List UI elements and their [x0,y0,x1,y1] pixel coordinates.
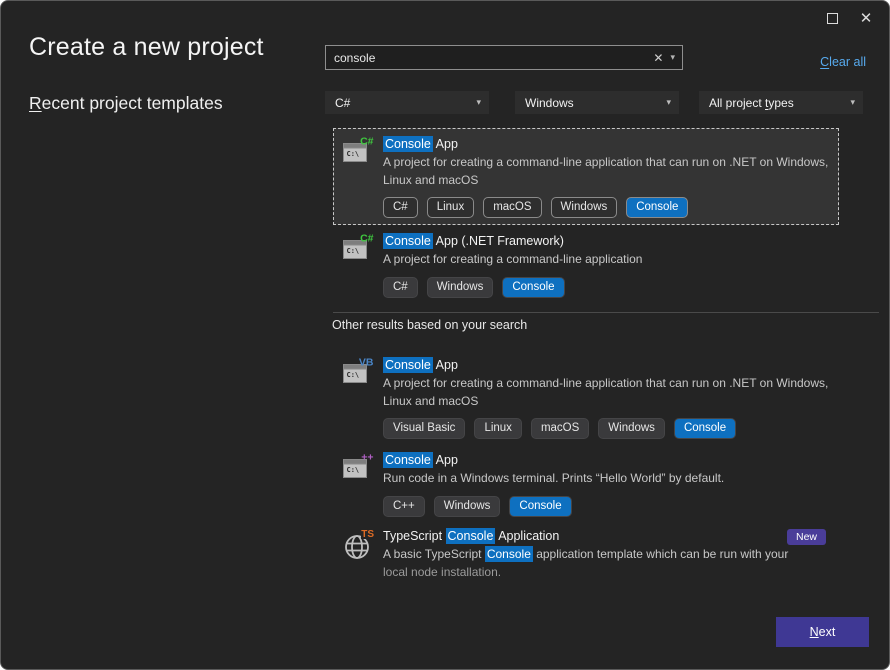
template-description: A project for creating a command-line ap… [383,154,830,189]
tag-pill: macOS [483,197,541,218]
page-title: Create a new project [29,33,264,62]
search-term-highlight: Console [383,452,433,468]
search-term-highlight: Console [485,546,533,562]
template-description: A project for creating a command-line ap… [383,375,830,410]
project-type-filter[interactable]: All project types▾ [699,91,863,114]
recent-templates-heading: Recent project templates [29,93,223,114]
clear-search-icon[interactable]: ✕ [648,51,668,65]
tag-pill: C# [383,197,418,218]
titlebar-controls: ✕ [815,5,883,31]
platform-filter-label: Windows [525,96,666,110]
new-badge: New [787,529,826,545]
search-input[interactable] [326,46,648,69]
search-term-highlight: Console [383,357,433,373]
tag-pill: Console [502,277,564,298]
template-description: A project for creating a command-line ap… [383,251,830,269]
chevron-down-icon: ▾ [476,97,481,108]
tag-pill: Visual Basic [383,418,465,439]
tag-row: C# Windows Console [383,277,830,298]
chevron-down-icon: ▾ [850,97,855,108]
template-title: Console App (.NET Framework) [383,233,830,249]
svg-text:C:\: C:\ [347,150,360,158]
tag-pill: C++ [383,496,425,517]
template-title: Console App [383,357,830,373]
close-button[interactable]: ✕ [849,5,883,31]
search-history-caret-icon[interactable]: ▾ [668,52,682,63]
tag-row: Visual Basic Linux macOS Windows Console [383,418,830,439]
tag-row: C++ Windows Console [383,496,830,517]
tag-pill: Console [674,418,736,439]
tag-pill: Console [509,496,571,517]
svg-text:VB: VB [359,357,374,369]
svg-text:C:\: C:\ [347,371,360,379]
tag-pill: C# [383,277,418,298]
template-title: Console App [383,452,830,468]
console-window-icon: C:\C# [342,232,374,298]
template-console-app-vb[interactable]: C:\ VB Console App A project for creating a… [333,349,839,446]
tag-pill: Windows [427,277,494,298]
template-typescript-console-application[interactable]: TS TypeScript Console Application A basic … [333,520,839,588]
platform-filter[interactable]: Windows▾ [515,91,679,114]
svg-text:C:\: C:\ [347,466,360,474]
tag-pill: Windows [551,197,618,218]
template-description: Run code in a Windows terminal. Prints “… [383,470,830,488]
clear-all-link[interactable]: Clear all [780,55,866,69]
template-title: TypeScript Console Application [383,528,830,544]
tag-pill: Windows [434,496,501,517]
tag-pill: Console [626,197,688,218]
search-term-highlight: Console [383,233,433,249]
console-window-icon: C:\ VB [342,356,374,439]
maximize-icon [827,13,838,24]
search-box: ✕ ▾ [325,45,683,70]
svg-text:TS: TS [361,529,374,540]
project-type-filter-label: All project types [709,96,850,110]
close-icon: ✕ [860,11,873,26]
tag-pill: Linux [474,418,522,439]
results-separator [333,312,879,313]
console-window-icon: C:\C# [342,135,374,218]
chevron-down-icon: ▾ [666,97,671,108]
language-filter[interactable]: C#▾ [325,91,489,114]
language-filter-label: C# [335,96,476,110]
tag-pill: macOS [531,418,589,439]
svg-text:C#: C# [360,136,374,148]
tag-row: C# Linux macOS Windows Console [383,197,830,218]
tag-pill: Windows [598,418,665,439]
search-term-highlight: Console [383,136,433,152]
template-console-app-csharp[interactable]: C:\C#Console AppA project for creating a… [333,128,839,225]
template-title: Console App [383,136,830,152]
next-button[interactable]: Next [776,617,869,647]
svg-text:++: ++ [361,452,373,464]
create-new-project-dialog: ✕ Create a new project Recent project te… [0,0,890,670]
tag-pill: Linux [427,197,475,218]
template-console-app-cpp[interactable]: C:\++ Console App Run code in a Windows te… [333,444,839,524]
template-console-app-net-framework[interactable]: C:\C#Console App (.NET Framework)A proje… [333,225,839,305]
svg-text:C:\: C:\ [347,247,360,255]
svg-text:C#: C# [360,233,374,245]
other-results-label: Other results based on your search [332,318,527,332]
globe-icon: TS [342,527,374,581]
search-term-highlight: Console [446,528,496,544]
console-window-icon: C:\++ [342,451,374,517]
template-description: A basic TypeScript Console application t… [383,546,830,581]
maximize-button[interactable] [815,5,849,31]
